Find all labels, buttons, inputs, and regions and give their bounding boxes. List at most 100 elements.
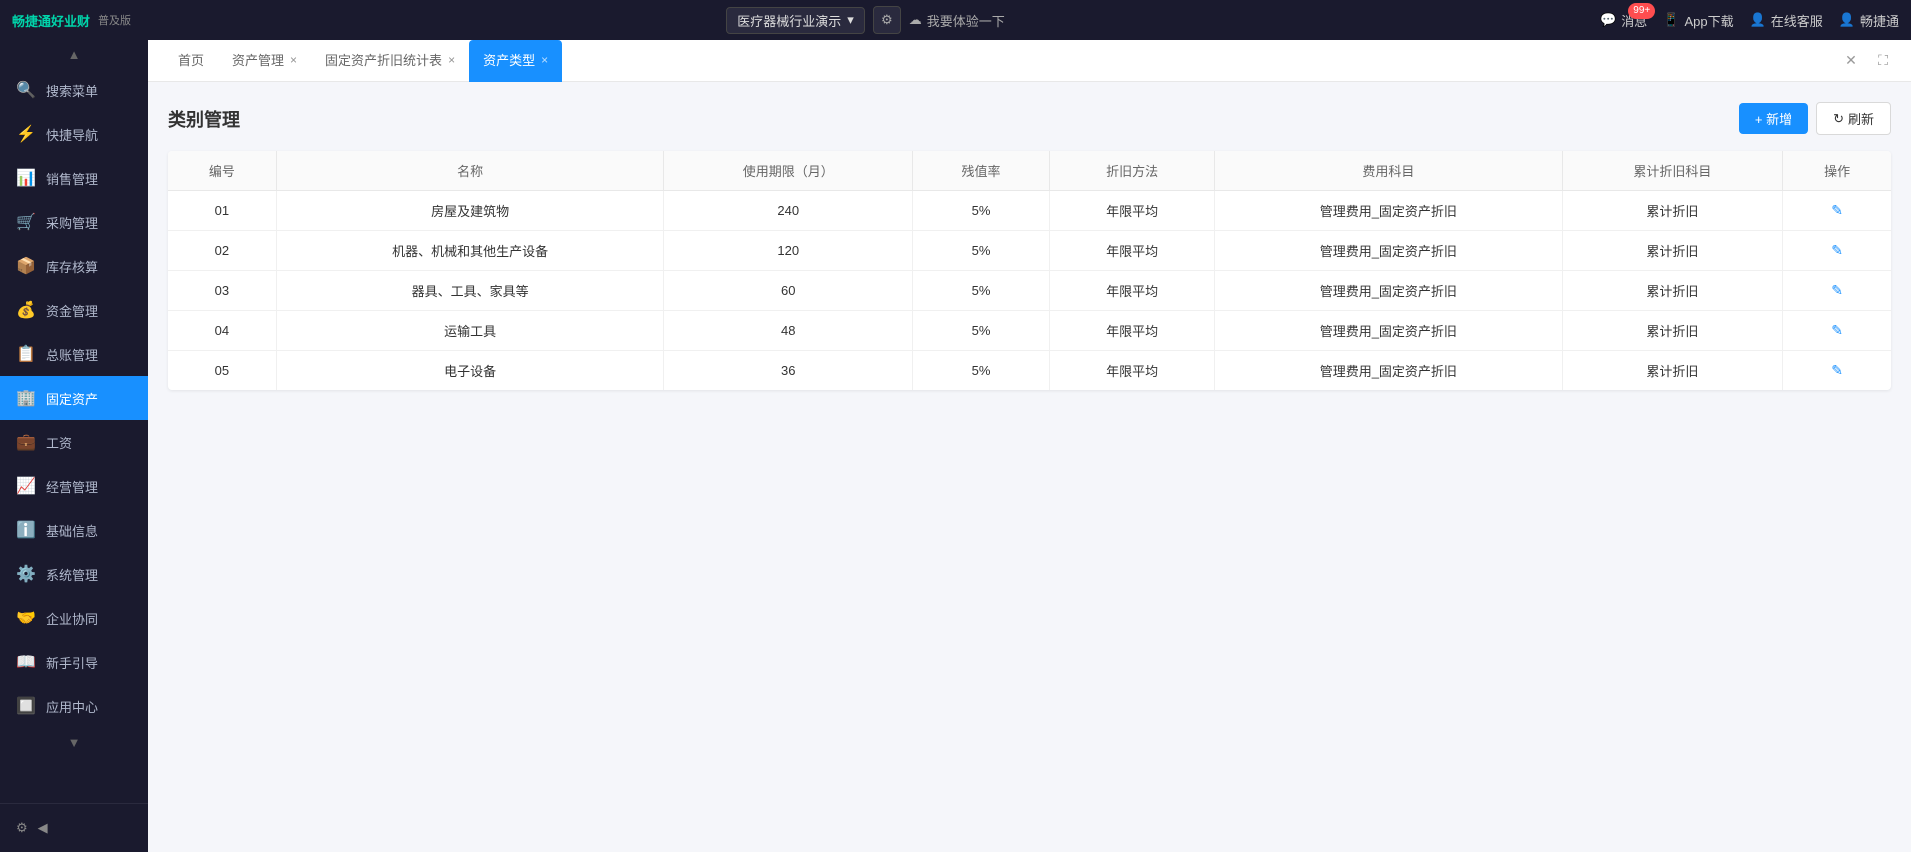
sidebar-item-purchase[interactable]: 🛒 采购管理 bbox=[0, 200, 148, 244]
cell-expense-4: 管理费用_固定资产折旧 bbox=[1215, 351, 1563, 391]
tabs-actions: ✕ ⛶ bbox=[1839, 49, 1895, 73]
tab-home-label: 首页 bbox=[178, 50, 204, 69]
sidebar-label-funds: 资金管理 bbox=[46, 301, 98, 320]
enterprise-icon: 🤝 bbox=[16, 608, 36, 628]
sidebar-label-fixed-assets: 固定资产 bbox=[46, 389, 98, 408]
tab-asset-type-close[interactable]: × bbox=[541, 53, 548, 67]
company-selector[interactable]: 医疗器械行业演示 ▾ bbox=[726, 7, 865, 34]
settings-button[interactable]: ⚙ bbox=[873, 6, 901, 34]
online-service-label: 在线客服 bbox=[1771, 11, 1823, 30]
sidebar-item-app-center[interactable]: 🔲 应用中心 bbox=[0, 684, 148, 728]
download-icon: 📱 bbox=[1663, 12, 1679, 28]
sidebar-item-fixed-assets[interactable]: 🏢 固定资产 bbox=[0, 376, 148, 420]
edit-button-2[interactable]: ✎ bbox=[1831, 282, 1843, 298]
experience-label: 我要体验一下 bbox=[927, 11, 1005, 30]
tab-close-button[interactable]: ✕ bbox=[1839, 49, 1863, 73]
refresh-icon: ↻ bbox=[1833, 111, 1844, 127]
app-logo: 畅捷通好业财 bbox=[12, 11, 90, 30]
sidebar-item-payroll[interactable]: 💼 工资 bbox=[0, 420, 148, 464]
cell-expense-3: 管理费用_固定资产折旧 bbox=[1215, 311, 1563, 351]
fixed-assets-icon: 🏢 bbox=[16, 388, 36, 408]
cell-name-1: 机器、机械和其他生产设备 bbox=[276, 231, 664, 271]
sidebar-item-enterprise[interactable]: 🤝 企业协同 bbox=[0, 596, 148, 640]
edit-button-0[interactable]: ✎ bbox=[1831, 202, 1843, 218]
top-bar-right: 💬 消息 99+ 📱 App下载 👤 在线客服 👤 畅捷通 bbox=[1600, 11, 1899, 30]
sidebar-label-search: 搜索菜单 bbox=[46, 81, 98, 100]
sales-icon: 📊 bbox=[16, 168, 36, 188]
page-header: 类别管理 + 新增 ↻ 刷新 bbox=[168, 102, 1891, 135]
table-header: 编号 名称 使用期限（月） 残值率 折旧方法 费用科目 累计折旧科目 操作 bbox=[168, 151, 1891, 191]
search-icon: 🔍 bbox=[16, 80, 36, 100]
refresh-button[interactable]: ↻ 刷新 bbox=[1816, 102, 1891, 135]
user-avatar-icon: 👤 bbox=[1839, 12, 1855, 28]
basic-info-icon: ℹ️ bbox=[16, 520, 36, 540]
message-icon: 💬 bbox=[1600, 12, 1616, 28]
guide-icon: 📖 bbox=[16, 652, 36, 672]
col-residual: 残值率 bbox=[912, 151, 1049, 191]
sidebar-item-inventory[interactable]: 📦 库存核算 bbox=[0, 244, 148, 288]
cell-name-2: 器具、工具、家具等 bbox=[276, 271, 664, 311]
cell-accum-4: 累计折旧 bbox=[1562, 351, 1783, 391]
edit-button-4[interactable]: ✎ bbox=[1831, 362, 1843, 378]
tab-asset-mgmt-close[interactable]: × bbox=[290, 53, 297, 67]
refresh-label: 刷新 bbox=[1848, 109, 1874, 128]
app-download-button[interactable]: 📱 App下载 bbox=[1663, 11, 1733, 30]
cell-code-4: 05 bbox=[168, 351, 276, 391]
tab-asset-type[interactable]: 资产类型 × bbox=[469, 40, 562, 82]
edit-button-3[interactable]: ✎ bbox=[1831, 322, 1843, 338]
tab-depreciation-table[interactable]: 固定资产折旧统计表 × bbox=[311, 40, 469, 82]
table-row: 04 运输工具 48 5% 年限平均 管理费用_固定资产折旧 累计折旧 ✎ bbox=[168, 311, 1891, 351]
tab-asset-mgmt[interactable]: 资产管理 × bbox=[218, 40, 311, 82]
message-button[interactable]: 💬 消息 99+ bbox=[1600, 11, 1647, 30]
sidebar-item-system[interactable]: ⚙️ 系统管理 bbox=[0, 552, 148, 596]
tab-depreciation-close[interactable]: × bbox=[448, 53, 455, 67]
sidebar-item-operations[interactable]: 📈 经营管理 bbox=[0, 464, 148, 508]
sidebar-item-basic-info[interactable]: ℹ️ 基础信息 bbox=[0, 508, 148, 552]
cell-method-1: 年限平均 bbox=[1050, 231, 1215, 271]
user-button[interactable]: 👤 畅捷通 bbox=[1839, 11, 1899, 30]
table-row: 05 电子设备 36 5% 年限平均 管理费用_固定资产折旧 累计折旧 ✎ bbox=[168, 351, 1891, 391]
category-table: 编号 名称 使用期限（月） 残值率 折旧方法 费用科目 累计折旧科目 操作 01… bbox=[168, 151, 1891, 390]
sidebar-item-funds[interactable]: 💰 资金管理 bbox=[0, 288, 148, 332]
cell-action-3: ✎ bbox=[1783, 311, 1891, 351]
edit-button-1[interactable]: ✎ bbox=[1831, 242, 1843, 258]
cell-name-3: 运输工具 bbox=[276, 311, 664, 351]
sidebar-item-ledger[interactable]: 📋 总账管理 bbox=[0, 332, 148, 376]
payroll-icon: 💼 bbox=[16, 432, 36, 452]
col-method: 折旧方法 bbox=[1050, 151, 1215, 191]
add-button[interactable]: + 新增 bbox=[1739, 103, 1808, 134]
tabs-bar: 首页 资产管理 × 固定资产折旧统计表 × 资产类型 × ✕ ⛶ bbox=[148, 40, 1911, 82]
tab-expand-button[interactable]: ⛶ bbox=[1871, 49, 1895, 73]
cell-period-0: 240 bbox=[664, 191, 913, 231]
sidebar-item-sales[interactable]: 📊 销售管理 bbox=[0, 156, 148, 200]
funds-icon: 💰 bbox=[16, 300, 36, 320]
sidebar-label-purchase: 采购管理 bbox=[46, 213, 98, 232]
tab-home[interactable]: 首页 bbox=[164, 40, 218, 82]
sidebar-scroll-down[interactable]: ▼ bbox=[0, 728, 148, 756]
sidebar-settings-button[interactable]: ⚙ ◀ bbox=[0, 812, 148, 844]
cell-code-0: 01 bbox=[168, 191, 276, 231]
message-badge: 99+ bbox=[1628, 3, 1655, 19]
experience-button[interactable]: ☁ 我要体验一下 bbox=[909, 11, 1005, 30]
sidebar-item-quick-nav[interactable]: ⚡ 快捷导航 bbox=[0, 112, 148, 156]
app-branding: 畅捷通好业财 普及版 bbox=[12, 11, 131, 30]
table-body: 01 房屋及建筑物 240 5% 年限平均 管理费用_固定资产折旧 累计折旧 ✎… bbox=[168, 191, 1891, 391]
sidebar-collapse-button[interactable]: ◀ bbox=[38, 820, 48, 836]
cell-expense-2: 管理费用_固定资产折旧 bbox=[1215, 271, 1563, 311]
company-name: 医疗器械行业演示 bbox=[737, 11, 841, 30]
quick-nav-icon: ⚡ bbox=[16, 124, 36, 144]
cell-residual-2: 5% bbox=[912, 271, 1049, 311]
sidebar-label-sales: 销售管理 bbox=[46, 169, 98, 188]
top-bar: 畅捷通好业财 普及版 医疗器械行业演示 ▾ ⚙ ☁ 我要体验一下 💬 消息 99… bbox=[0, 0, 1911, 40]
sidebar-bottom: ⚙ ◀ bbox=[0, 803, 148, 852]
cell-name-0: 房屋及建筑物 bbox=[276, 191, 664, 231]
online-service-button[interactable]: 👤 在线客服 bbox=[1750, 11, 1823, 30]
sidebar-scroll-up[interactable]: ▲ bbox=[0, 40, 148, 68]
cell-residual-3: 5% bbox=[912, 311, 1049, 351]
sidebar-item-search[interactable]: 🔍 搜索菜单 bbox=[0, 68, 148, 112]
col-period: 使用期限（月） bbox=[664, 151, 913, 191]
user-name: 畅捷通 bbox=[1860, 11, 1899, 30]
sidebar-item-guide[interactable]: 📖 新手引导 bbox=[0, 640, 148, 684]
page-actions: + 新增 ↻ 刷新 bbox=[1739, 102, 1891, 135]
sidebar-label-app-center: 应用中心 bbox=[46, 697, 98, 716]
